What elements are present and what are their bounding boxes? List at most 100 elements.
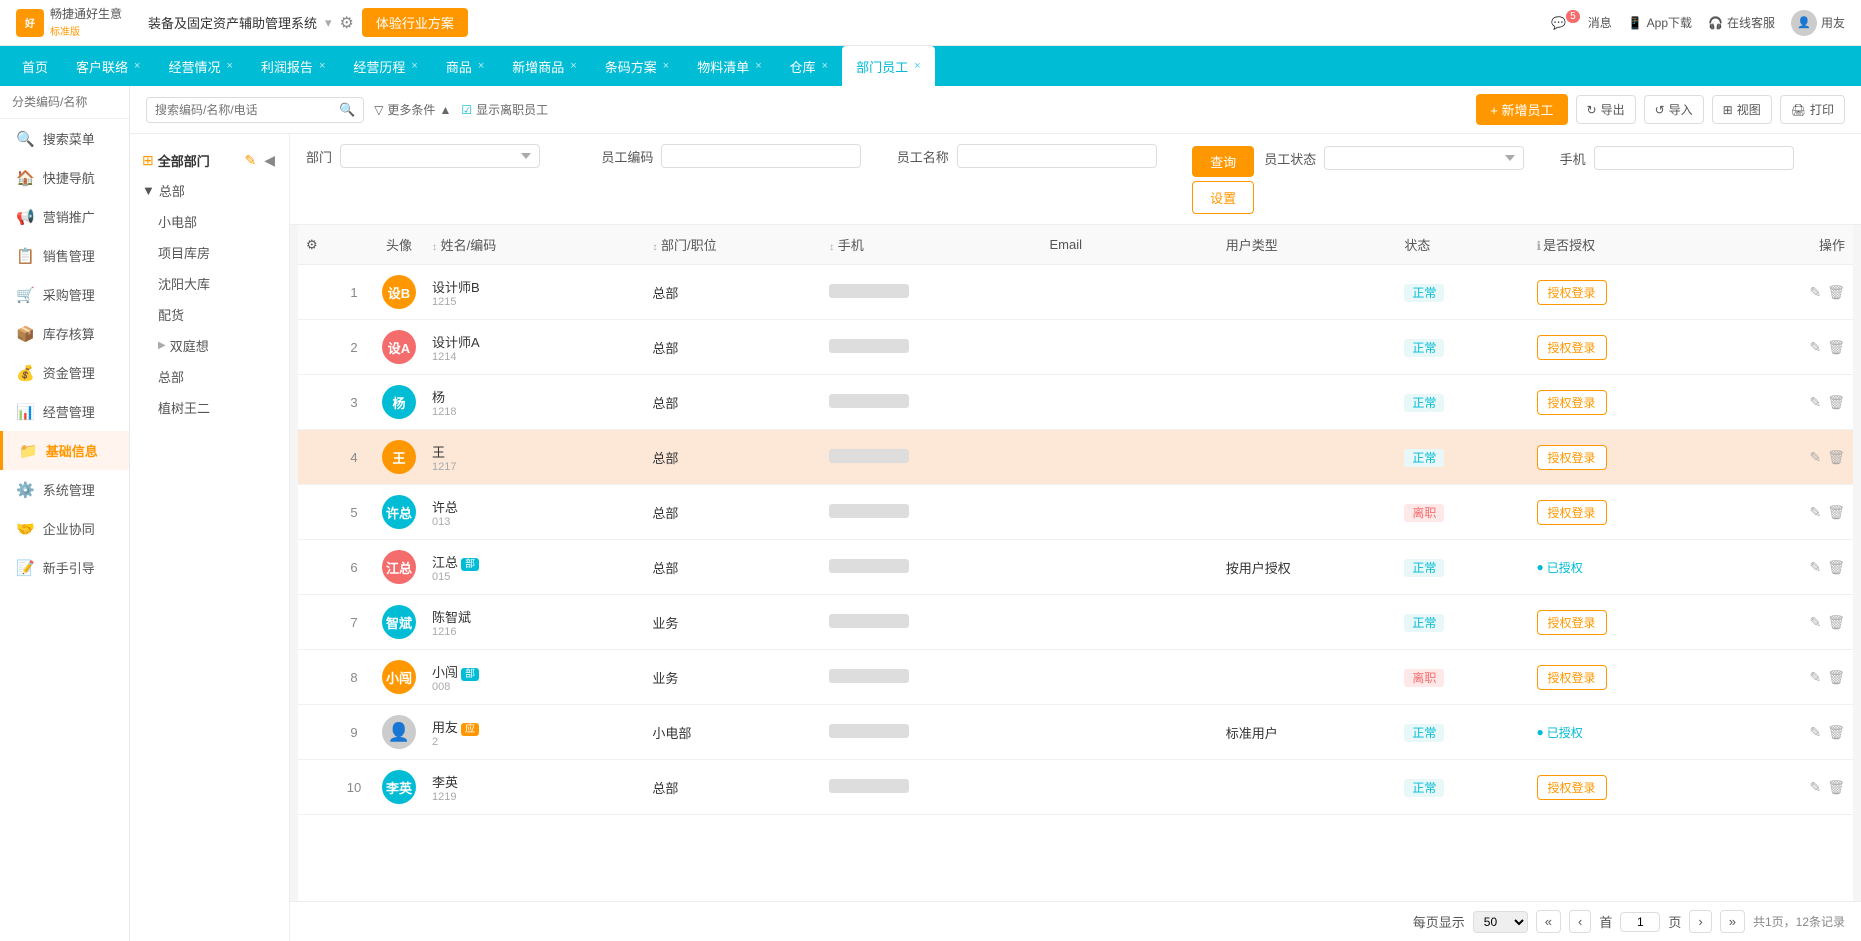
app-download-btn[interactable]: 📱 App下载 xyxy=(1628,14,1692,31)
nav-tab-employees[interactable]: 部门员工 × xyxy=(842,46,934,86)
auth-btn[interactable]: 授权登录 xyxy=(1537,280,1607,305)
search-emp-input[interactable] xyxy=(155,103,335,117)
close-icon[interactable]: × xyxy=(226,60,232,72)
dept-item-small-elec[interactable]: 小电部 xyxy=(130,206,289,237)
nav-tab-bom[interactable]: 物料清单 × xyxy=(683,46,775,86)
edit-btn[interactable]: ✎ xyxy=(1809,724,1821,741)
phone-input[interactable] xyxy=(1594,146,1794,170)
close-icon[interactable]: × xyxy=(478,60,484,72)
sidebar-item-collab[interactable]: 🤝 企业协同 xyxy=(0,509,129,548)
sidebar-item-inventory[interactable]: 📦 库存核算 xyxy=(0,314,129,353)
sidebar-item-sales[interactable]: 📋 销售管理 xyxy=(0,236,129,275)
delete-btn[interactable]: 🗑 xyxy=(1827,339,1845,356)
delete-btn[interactable]: 🗑 xyxy=(1827,669,1845,686)
delete-btn[interactable]: 🗑 xyxy=(1827,394,1845,411)
import-btn[interactable]: ↺ 导入 xyxy=(1644,95,1704,124)
edit-btn[interactable]: ✎ xyxy=(1809,559,1821,576)
sidebar-item-search[interactable]: 🔍 搜索菜单 xyxy=(0,119,129,158)
nav-tab-history[interactable]: 经营历程 × xyxy=(339,46,431,86)
chevron-down-icon[interactable]: ▾ xyxy=(325,15,332,31)
nav-tab-warehouse[interactable]: 仓库 × xyxy=(776,46,842,86)
edit-btn[interactable]: ✎ xyxy=(1809,284,1821,301)
sidebar-item-purchase[interactable]: 🛒 采购管理 xyxy=(0,275,129,314)
delete-btn[interactable]: 🗑 xyxy=(1827,559,1845,576)
close-icon[interactable]: × xyxy=(755,60,761,72)
dept-item-head[interactable]: ▼ 总部 xyxy=(130,175,289,206)
auth-btn[interactable]: 授权登录 xyxy=(1537,335,1607,360)
nav-tab-customer[interactable]: 客户联络 × xyxy=(62,46,154,86)
edit-btn[interactable]: ✎ xyxy=(1809,394,1821,411)
emp-status-select[interactable] xyxy=(1324,146,1524,170)
show-resigned-toggle[interactable]: ☑ 显示离职员工 xyxy=(461,101,548,118)
close-icon[interactable]: × xyxy=(411,60,417,72)
dept-filter-select[interactable] xyxy=(340,144,540,168)
edit-btn[interactable]: ✎ xyxy=(1809,614,1821,631)
online-service-btn[interactable]: 🎧 在线客服 xyxy=(1708,14,1775,31)
auth-btn[interactable]: 授权登录 xyxy=(1537,445,1607,470)
search-input[interactable] xyxy=(12,95,130,109)
sidebar-item-system[interactable]: ⚙️ 系统管理 xyxy=(0,470,129,509)
delete-btn[interactable]: 🗑 xyxy=(1827,284,1845,301)
page-number-input[interactable] xyxy=(1620,912,1660,932)
close-icon[interactable]: × xyxy=(134,60,140,72)
dept-item-zongbu[interactable]: 总部 xyxy=(130,361,289,392)
nav-tab-barcode[interactable]: 条码方案 × xyxy=(591,46,683,86)
edit-dept-btn[interactable]: ✎ xyxy=(242,150,258,171)
next-page-btn[interactable]: › xyxy=(1689,910,1711,933)
prev-page-btn[interactable]: ‹ xyxy=(1569,910,1591,933)
dept-item-project[interactable]: 项目库房 xyxy=(130,237,289,268)
sidebar-item-basic[interactable]: 📁 基础信息 xyxy=(0,431,129,470)
delete-btn[interactable]: 🗑 xyxy=(1827,614,1845,631)
delete-btn[interactable]: 🗑 xyxy=(1827,449,1845,466)
edit-btn[interactable]: ✎ xyxy=(1809,449,1821,466)
delete-btn[interactable]: 🗑 xyxy=(1827,504,1845,521)
dept-item-shuangting[interactable]: ▶ 双庭想 xyxy=(130,330,289,361)
auth-btn[interactable]: 授权登录 xyxy=(1537,665,1607,690)
collapse-dept-btn[interactable]: ◀ xyxy=(262,150,277,171)
close-icon[interactable]: × xyxy=(570,60,576,72)
dept-item-shenyang[interactable]: 沈阳大库 xyxy=(130,268,289,299)
close-icon[interactable]: × xyxy=(663,60,669,72)
message-btn[interactable]: 💬 5 消息 xyxy=(1551,14,1612,31)
close-icon[interactable]: × xyxy=(914,60,920,72)
more-conditions-btn[interactable]: ▽ 更多条件 ▲ xyxy=(374,101,451,118)
auth-btn[interactable]: 授权登录 xyxy=(1537,500,1607,525)
nav-tab-addgoods[interactable]: 新增商品 × xyxy=(498,46,590,86)
last-page-btn[interactable]: » xyxy=(1720,910,1745,933)
emp-name-input[interactable] xyxy=(957,144,1157,168)
query-btn[interactable]: 查询 xyxy=(1192,146,1254,177)
th-name[interactable]: ↕ 姓名/编码 xyxy=(424,225,644,265)
add-employee-btn[interactable]: + 新增员工 xyxy=(1476,94,1567,125)
dept-item-zhishu[interactable]: 植树王二 xyxy=(130,392,289,423)
close-icon[interactable]: × xyxy=(319,60,325,72)
emp-code-input[interactable] xyxy=(661,144,861,168)
auth-btn[interactable]: 授权登录 xyxy=(1537,390,1607,415)
th-settings[interactable]: ⚙ xyxy=(298,225,334,265)
page-size-select[interactable]: 50 20 100 xyxy=(1473,911,1528,933)
experience-btn[interactable]: 体验行业方案 xyxy=(362,8,468,37)
edit-btn[interactable]: ✎ xyxy=(1809,779,1821,796)
first-page-btn[interactable]: « xyxy=(1536,910,1561,933)
edit-btn[interactable]: ✎ xyxy=(1809,339,1821,356)
sidebar-item-management[interactable]: 📊 经营管理 xyxy=(0,392,129,431)
set-btn[interactable]: 设置 xyxy=(1192,181,1254,214)
nav-tab-home[interactable]: 首页 xyxy=(8,46,62,86)
gear-icon[interactable]: ⚙ xyxy=(340,13,354,33)
nav-tab-goods[interactable]: 商品 × xyxy=(432,46,498,86)
edit-btn[interactable]: ✎ xyxy=(1809,669,1821,686)
delete-btn[interactable]: 🗑 xyxy=(1827,779,1845,796)
nav-tab-operation[interactable]: 经营情况 × xyxy=(154,46,246,86)
sidebar-item-quicknav[interactable]: 🏠 快捷导航 xyxy=(0,158,129,197)
close-icon[interactable]: × xyxy=(822,60,828,72)
delete-btn[interactable]: 🗑 xyxy=(1827,724,1845,741)
dept-item-distribution[interactable]: 配货 xyxy=(130,299,289,330)
edit-btn[interactable]: ✎ xyxy=(1809,504,1821,521)
th-phone[interactable]: ↕ 手机 xyxy=(821,225,1041,265)
auth-btn[interactable]: 授权登录 xyxy=(1537,775,1607,800)
view-btn[interactable]: ⊞ 视图 xyxy=(1712,95,1772,124)
sidebar-item-finance[interactable]: 💰 资金管理 xyxy=(0,353,129,392)
sidebar-item-guide[interactable]: 📝 新手引导 xyxy=(0,548,129,587)
export-btn[interactable]: ↻ 导出 xyxy=(1576,95,1636,124)
th-dept[interactable]: ↕ 部门/职位 xyxy=(644,225,821,265)
print-btn[interactable]: 🖨 打印 xyxy=(1780,95,1845,124)
